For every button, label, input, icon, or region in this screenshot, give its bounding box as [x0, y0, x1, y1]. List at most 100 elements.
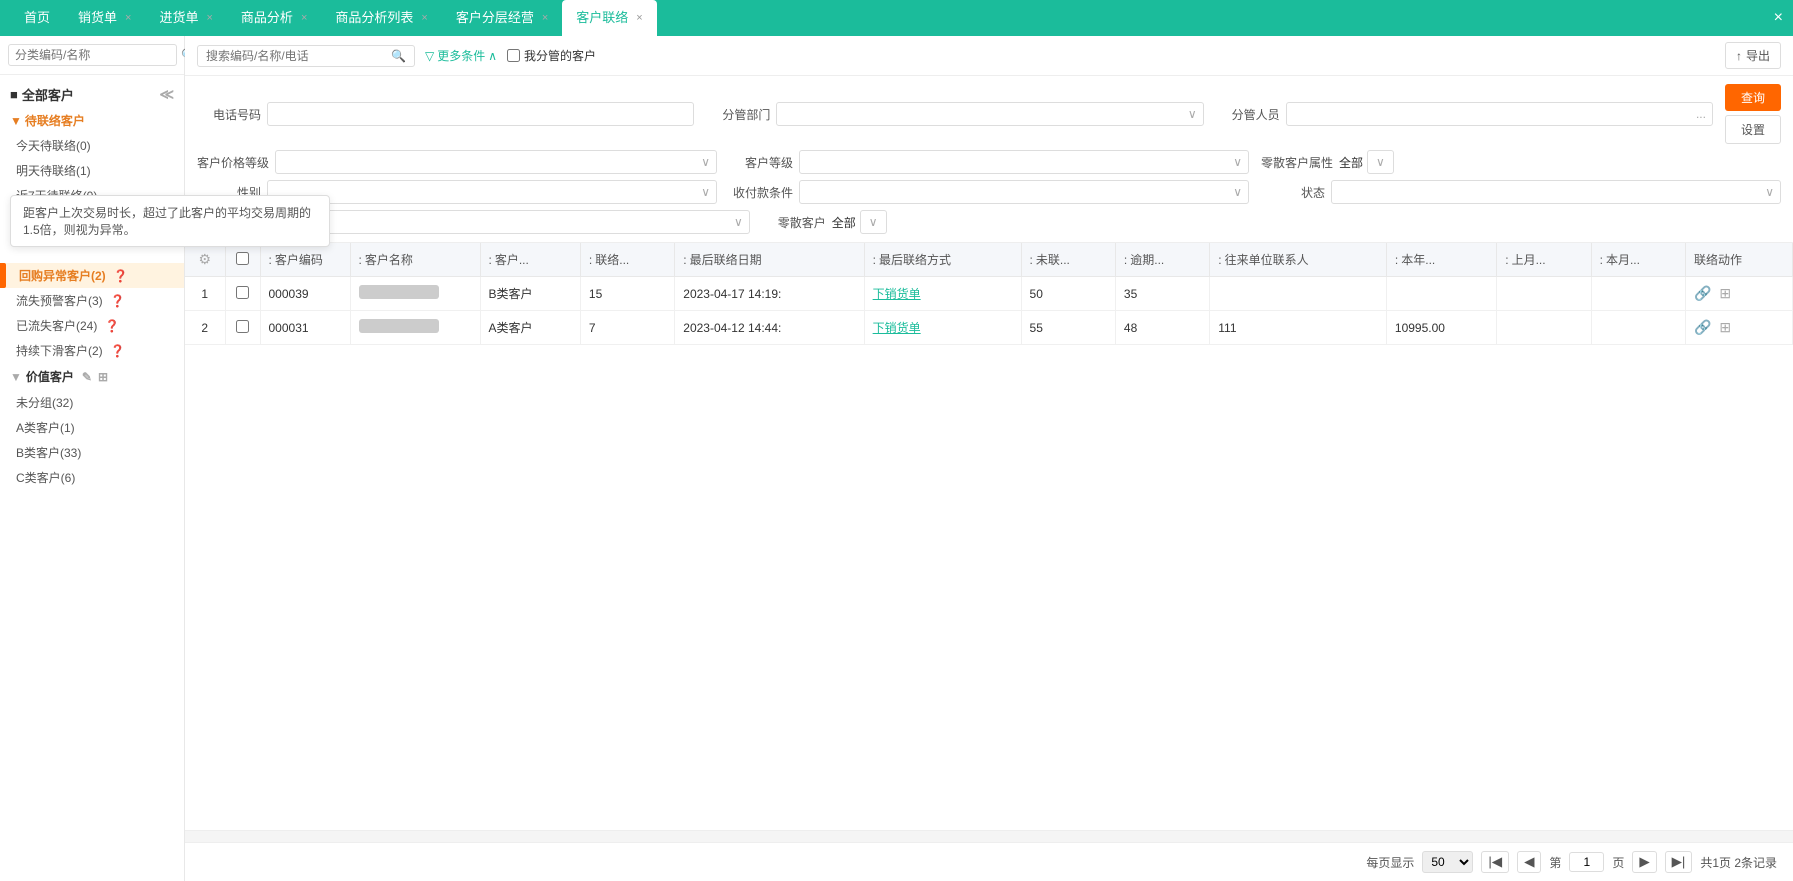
export-button[interactable]: ↑ 导出: [1725, 42, 1781, 69]
col-customer-type: :客户...: [480, 243, 580, 277]
page-number-input[interactable]: [1569, 852, 1604, 872]
manager-select[interactable]: ...: [1286, 102, 1713, 126]
settings-button[interactable]: 设置: [1725, 115, 1781, 144]
sidebar-pending-section[interactable]: ▼ 待联络客户: [0, 108, 184, 133]
phone-input[interactable]: [267, 102, 694, 126]
row-code: 000039: [260, 277, 350, 311]
last-page-button[interactable]: ▶|: [1665, 851, 1693, 873]
next-page-button[interactable]: ▶: [1632, 851, 1656, 873]
col-contact-person: :往来单位联系人: [1210, 243, 1387, 277]
close-icon[interactable]: ×: [125, 0, 131, 36]
tab-customer-tier[interactable]: 客户分层经营 ×: [442, 0, 562, 36]
row-contact-count: 7: [580, 311, 674, 345]
customer-type-select[interactable]: ∨: [297, 210, 750, 234]
chevron-down-icon: ∨: [1233, 155, 1242, 169]
tab-customer-contact[interactable]: 客户联络 ×: [562, 0, 656, 36]
chevron-down-icon: ∨: [1188, 107, 1197, 121]
grid-icon[interactable]: ⊞: [1719, 319, 1731, 336]
row-last-contact-method[interactable]: 下销货单: [864, 277, 1021, 311]
close-icon[interactable]: ×: [542, 0, 548, 36]
filter-customer-grade: 客户等级 ∨: [729, 150, 1249, 174]
tab-sales[interactable]: 销货单 ×: [64, 0, 145, 36]
tab-home[interactable]: 首页: [10, 0, 64, 36]
filter-row-3: 性别 ∨ 收付款条件 ∨ 状态: [197, 180, 1781, 204]
prev-page-button[interactable]: ◀: [1517, 851, 1541, 873]
link-icon[interactable]: 🔗: [1694, 319, 1711, 336]
select-all-checkbox[interactable]: [236, 252, 249, 265]
sidebar-item-c-class[interactable]: C类客户(6): [0, 465, 184, 490]
export-icon: ↑: [1736, 49, 1742, 63]
row-last-month: [1497, 277, 1591, 311]
filter-search-input[interactable]: [206, 49, 386, 63]
chevron-down-icon: ∨: [701, 155, 710, 169]
more-conditions-button[interactable]: ▽ 更多条件 ∧: [425, 47, 497, 64]
row-checkbox[interactable]: [225, 311, 260, 345]
query-button[interactable]: 查询: [1725, 84, 1781, 111]
edit-icon[interactable]: ✎: [82, 370, 92, 384]
help-icon[interactable]: ❓: [113, 269, 128, 283]
top-navigation: 首页 销货单 × 进货单 × 商品分析 × 商品分析列表 × 客户分层经营 × …: [0, 0, 1793, 36]
col-checkbox[interactable]: [225, 243, 260, 277]
payment-select[interactable]: ∨: [799, 180, 1249, 204]
close-icon[interactable]: ×: [301, 0, 307, 36]
my-customer-checkbox[interactable]: [507, 49, 520, 62]
row-name: [350, 311, 480, 345]
sidebar-item-churned[interactable]: 已流失客户(24) ❓: [0, 313, 184, 338]
status-select[interactable]: ∨: [1331, 180, 1781, 204]
sidebar-tree: ■ 全部客户 ≪ ▼ 待联络客户 今天待联络(0) 明天待联络(1) 近7天待联…: [0, 75, 184, 881]
close-icon[interactable]: ×: [636, 0, 642, 36]
filter-icon: ▽: [425, 49, 434, 63]
retail-attr-select[interactable]: ∨: [1367, 150, 1394, 174]
row-contact-person: 111: [1210, 311, 1387, 345]
grid-icon[interactable]: ⊞: [1719, 285, 1731, 302]
settings-icon[interactable]: ⊞: [98, 370, 108, 384]
dept-select[interactable]: ∨: [776, 102, 1203, 126]
col-settings[interactable]: ⚙: [185, 243, 225, 277]
help-icon[interactable]: ❓: [110, 344, 125, 358]
first-page-button[interactable]: |◀: [1481, 851, 1509, 873]
tooltip-box: 距客户上次交易时长，超过了此客户的平均交易周期的1.5倍，则视为异常。: [10, 195, 184, 247]
row-checkbox[interactable]: [225, 277, 260, 311]
collapse-icon[interactable]: ≪: [159, 86, 174, 103]
sidebar-item-ungrouped[interactable]: 未分组(32): [0, 390, 184, 415]
data-table-area: ⚙ :客户编码 :客户名称 :客户...: [185, 243, 1793, 830]
sidebar-item-today[interactable]: 今天待联络(0): [0, 133, 184, 158]
window-close-button[interactable]: ×: [1774, 9, 1783, 27]
col-this-month: :本月...: [1591, 243, 1685, 277]
per-page-select[interactable]: 50 100 200: [1422, 851, 1473, 873]
help-icon[interactable]: ❓: [110, 294, 125, 308]
row-overdue: 48: [1115, 311, 1209, 345]
table-row: 1 000039 B类客户 15 2023-04-17 14:19: 下销货单 …: [185, 277, 1793, 311]
link-icon[interactable]: 🔗: [1694, 285, 1711, 302]
my-customer-checkbox-area[interactable]: 我分管的客户: [507, 47, 596, 64]
sidebar-item-a-class[interactable]: A类客户(1): [0, 415, 184, 440]
sidebar-item-declining[interactable]: 持续下滑客户(2) ❓: [0, 338, 184, 363]
col-last-contact-date: :最后联络日期: [675, 243, 864, 277]
tab-purchase[interactable]: 进货单 ×: [145, 0, 226, 36]
settings-icon[interactable]: ⚙: [198, 251, 211, 267]
gender-select[interactable]: ∨: [267, 180, 717, 204]
close-icon[interactable]: ×: [421, 0, 427, 36]
sidebar-item-churn-warning[interactable]: 流失预警客户(3) ❓: [0, 288, 184, 313]
customer-grade-select[interactable]: ∨: [799, 150, 1249, 174]
horizontal-scrollbar[interactable]: [185, 830, 1793, 842]
row-last-contact-method[interactable]: 下销货单: [864, 311, 1021, 345]
row-last-contact-date: 2023-04-12 14:44:: [675, 311, 864, 345]
sidebar-item-tomorrow[interactable]: 明天待联络(1): [0, 158, 184, 183]
sidebar-search-area: 🔍: [0, 36, 184, 75]
tab-product-analysis[interactable]: 商品分析 ×: [227, 0, 321, 36]
sidebar-value-section[interactable]: ▼ 价值客户 ✎ ⊞: [0, 363, 184, 390]
close-icon[interactable]: ×: [206, 0, 212, 36]
col-customer-name: :客户名称: [350, 243, 480, 277]
help-icon[interactable]: ❓: [105, 319, 120, 333]
table-body: 1 000039 B类客户 15 2023-04-17 14:19: 下销货单 …: [185, 277, 1793, 345]
sidebar-all-customers[interactable]: ■ 全部客户 ≪: [0, 81, 184, 108]
retail-customer-select[interactable]: ∨: [860, 210, 887, 234]
sidebar-item-repurchase[interactable]: 回购异常客户(2) ❓: [0, 263, 184, 288]
price-grade-select[interactable]: ∨: [275, 150, 717, 174]
chevron-down-icon: ∨: [701, 185, 710, 199]
sidebar-item-b-class[interactable]: B类客户(33): [0, 440, 184, 465]
sidebar-search-input[interactable]: [8, 44, 177, 66]
tab-product-analysis-list[interactable]: 商品分析列表 ×: [321, 0, 441, 36]
filter-payment: 收付款条件 ∨: [729, 180, 1249, 204]
